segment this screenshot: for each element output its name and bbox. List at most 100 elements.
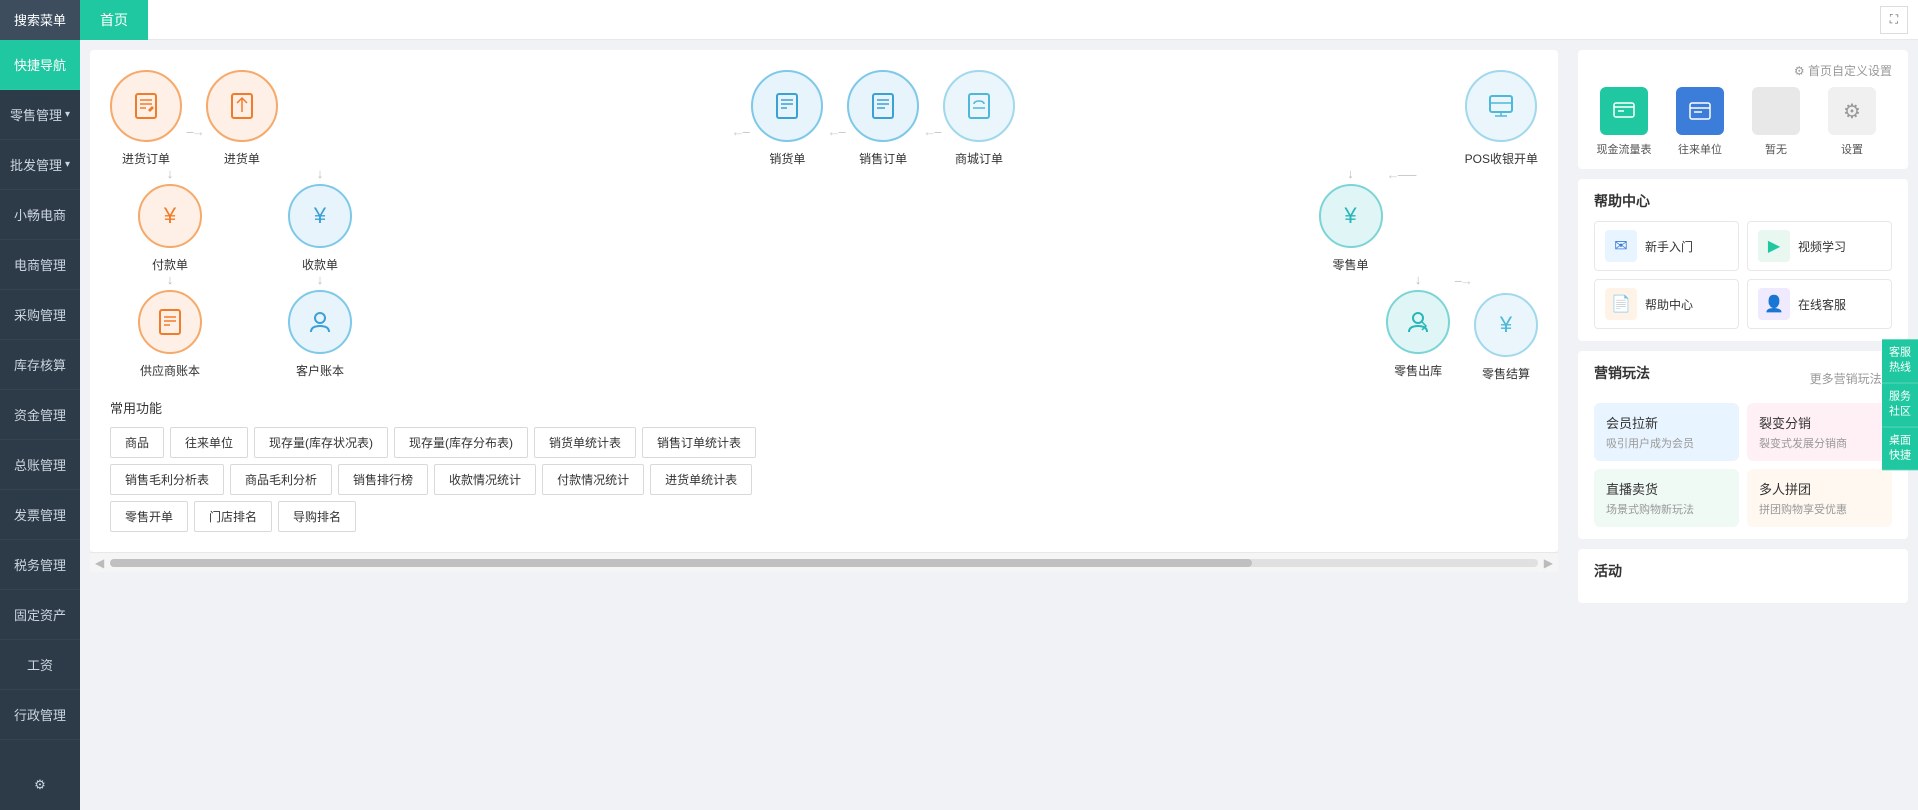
- retail-out-icon: [1386, 290, 1450, 354]
- fullscreen-button[interactable]: ⛶: [1880, 6, 1908, 34]
- btn-guide-rank[interactable]: 导购排名: [278, 501, 356, 532]
- fission-desc: 裂变式发展分销商: [1759, 435, 1880, 451]
- retail-settle-label: 零售结算: [1482, 365, 1530, 382]
- activity-section: 活动: [1578, 549, 1908, 603]
- main-layout: 快捷导航 零售管理 ▾ 批发管理 ▾ 小畅电商 电商管理 采购管理 库存核算 资…: [0, 40, 1918, 810]
- quick-icons-grid: 现金流量表 往来单位 暂无: [1594, 87, 1892, 157]
- sidebar-item-invoice[interactable]: 发票管理: [0, 490, 80, 540]
- btn-sales-stat[interactable]: 销货单统计表: [534, 427, 636, 458]
- more-marketing-link[interactable]: 更多营销玩法 >: [1810, 370, 1892, 387]
- btn-purchase-stat[interactable]: 进货单统计表: [650, 464, 752, 495]
- flow-node-sales[interactable]: 销货单: [751, 70, 823, 167]
- sidebar-item-assets[interactable]: 固定资产: [0, 590, 80, 640]
- btn-retail-order[interactable]: 零售开单: [110, 501, 188, 532]
- flow-node-supplier-ledger[interactable]: 供应商账本: [138, 290, 202, 379]
- help-item-beginner[interactable]: ✉ 新手入门: [1594, 221, 1739, 271]
- live-desc: 场景式购物新玩法: [1606, 501, 1727, 517]
- btn-stock-status[interactable]: 现存量(库存状况表): [254, 427, 388, 458]
- float-btn-community[interactable]: 服务社区: [1882, 383, 1918, 427]
- sales-icon: [751, 70, 823, 142]
- quick-icon-settings[interactable]: ⚙ 设置: [1822, 87, 1882, 157]
- video-icon: ▶: [1758, 230, 1790, 262]
- member-desc: 吸引用户成为会员: [1606, 435, 1727, 451]
- marketing-item-fission[interactable]: 裂变分销 裂变式发展分销商: [1747, 403, 1892, 461]
- btn-receipt-stat[interactable]: 收款情况统计: [434, 464, 536, 495]
- customize-settings-btn[interactable]: 首页自定义设置: [1794, 62, 1892, 79]
- flow-node-customer-ledger[interactable]: 客户账本: [288, 290, 352, 379]
- flow-node-mall-order[interactable]: 商城订单: [943, 70, 1015, 167]
- quick-icons-header: 首页自定义设置: [1594, 62, 1892, 79]
- partners-icon: [1676, 87, 1724, 135]
- btn-sales-order-stat[interactable]: 销售订单统计表: [642, 427, 756, 458]
- payment-icon: ¥: [138, 184, 202, 248]
- quick-icon-cashflow[interactable]: 现金流量表: [1594, 87, 1654, 157]
- quick-icon-partners[interactable]: 往来单位: [1670, 87, 1730, 157]
- btn-store-rank[interactable]: 门店排名: [194, 501, 272, 532]
- flow-node-purchase[interactable]: 进货单: [206, 70, 278, 167]
- live-title: 直播卖货: [1606, 479, 1727, 498]
- beginner-label: 新手入门: [1645, 238, 1693, 255]
- common-buttons-row1: 商品 往来单位 现存量(库存状况表) 现存量(库存分布表) 销货单统计表 销售订…: [110, 427, 1538, 458]
- receipt-label: 收款单: [302, 256, 338, 273]
- tab-home[interactable]: 首页: [80, 0, 148, 40]
- sidebar-item-retail[interactable]: 零售管理 ▾: [0, 90, 80, 140]
- purchase-label: 进货单: [224, 150, 260, 167]
- btn-goods-profit[interactable]: 商品毛利分析: [230, 464, 332, 495]
- cashflow-icon: [1600, 87, 1648, 135]
- sidebar-item-finance[interactable]: 资金管理: [0, 390, 80, 440]
- common-functions: 常用功能 商品 往来单位 现存量(库存状况表) 现存量(库存分布表) 销货单统计…: [110, 398, 1538, 532]
- float-buttons: 客服热线 服务社区 桌面快捷: [1882, 339, 1918, 470]
- marketing-title: 营销玩法: [1594, 363, 1650, 383]
- float-btn-service[interactable]: 客服热线: [1882, 339, 1918, 383]
- btn-stock-dist[interactable]: 现存量(库存分布表): [394, 427, 528, 458]
- marketing-section: 营销玩法 更多营销玩法 > 会员拉新 吸引用户成为会员 裂变分销 裂变式发展分销…: [1578, 351, 1908, 539]
- sidebar: 快捷导航 零售管理 ▾ 批发管理 ▾ 小畅电商 电商管理 采购管理 库存核算 资…: [0, 40, 80, 810]
- flow-node-sales-order[interactable]: 销售订单: [847, 70, 919, 167]
- btn-partners[interactable]: 往来单位: [170, 427, 248, 458]
- sidebar-item-wholesale[interactable]: 批发管理 ▾: [0, 140, 80, 190]
- sidebar-item-ledger[interactable]: 总账管理: [0, 440, 80, 490]
- search-menu[interactable]: 搜索菜单: [0, 0, 80, 40]
- main-content: 进货订单 - - - → 进货单: [80, 40, 1918, 810]
- online-service-icon: 👤: [1758, 288, 1790, 320]
- sidebar-item-quicknav[interactable]: 快捷导航: [0, 40, 80, 90]
- flow-node-retail-order[interactable]: ¥ 零售单: [1319, 184, 1383, 273]
- video-label: 视频学习: [1798, 238, 1846, 255]
- sidebar-gear-icon[interactable]: ⚙: [0, 760, 80, 810]
- flow-node-purchase-order[interactable]: 进货订单: [110, 70, 182, 167]
- btn-sales-profit[interactable]: 销售毛利分析表: [110, 464, 224, 495]
- supplier-ledger-icon: [138, 290, 202, 354]
- float-btn-desktop[interactable]: 桌面快捷: [1882, 427, 1918, 471]
- group-title: 多人拼团: [1759, 479, 1880, 498]
- help-item-video[interactable]: ▶ 视频学习: [1747, 221, 1892, 271]
- cashflow-label: 现金流量表: [1597, 141, 1652, 157]
- settings-icon: ⚙: [1828, 87, 1876, 135]
- online-service-label: 在线客服: [1798, 296, 1846, 313]
- content-area: 进货订单 - - - → 进货单: [80, 40, 1918, 810]
- sidebar-bottom: ⚙: [0, 760, 80, 810]
- help-center-title: 帮助中心: [1594, 191, 1892, 211]
- help-item-helpcenter[interactable]: 📄 帮助中心: [1594, 279, 1739, 329]
- flow-node-retail-out[interactable]: 零售出库: [1386, 290, 1450, 379]
- marketing-item-group[interactable]: 多人拼团 拼团购物享受优惠: [1747, 469, 1892, 527]
- flow-node-retail-settle[interactable]: ¥ 零售结算: [1474, 293, 1538, 382]
- marketing-item-member[interactable]: 会员拉新 吸引用户成为会员: [1594, 403, 1739, 461]
- flow-node-payment[interactable]: ¥ 付款单: [138, 184, 202, 273]
- sidebar-item-ecom-small[interactable]: 小畅电商: [0, 190, 80, 240]
- mall-order-icon: [943, 70, 1015, 142]
- btn-goods[interactable]: 商品: [110, 427, 164, 458]
- flow-node-receipt[interactable]: ¥ 收款单: [288, 184, 352, 273]
- btn-payment-stat[interactable]: 付款情况统计: [542, 464, 644, 495]
- sidebar-item-payroll[interactable]: 工资: [0, 640, 80, 690]
- common-buttons-row2: 销售毛利分析表 商品毛利分析 销售排行榜 收款情况统计 付款情况统计 进货单统计…: [110, 464, 1538, 495]
- btn-sales-rank[interactable]: 销售排行榜: [338, 464, 428, 495]
- sidebar-item-admin[interactable]: 行政管理: [0, 690, 80, 740]
- sidebar-item-inventory[interactable]: 库存核算: [0, 340, 80, 390]
- sidebar-item-purchase[interactable]: 采购管理: [0, 290, 80, 340]
- scroll-bar[interactable]: ◀ ▶: [90, 552, 1558, 572]
- flow-node-pos[interactable]: POS收银开单: [1465, 70, 1538, 167]
- sidebar-item-ecom-mgmt[interactable]: 电商管理: [0, 240, 80, 290]
- sidebar-item-tax[interactable]: 税务管理: [0, 540, 80, 590]
- marketing-item-live[interactable]: 直播卖货 场景式购物新玩法: [1594, 469, 1739, 527]
- help-item-online-service[interactable]: 👤 在线客服: [1747, 279, 1892, 329]
